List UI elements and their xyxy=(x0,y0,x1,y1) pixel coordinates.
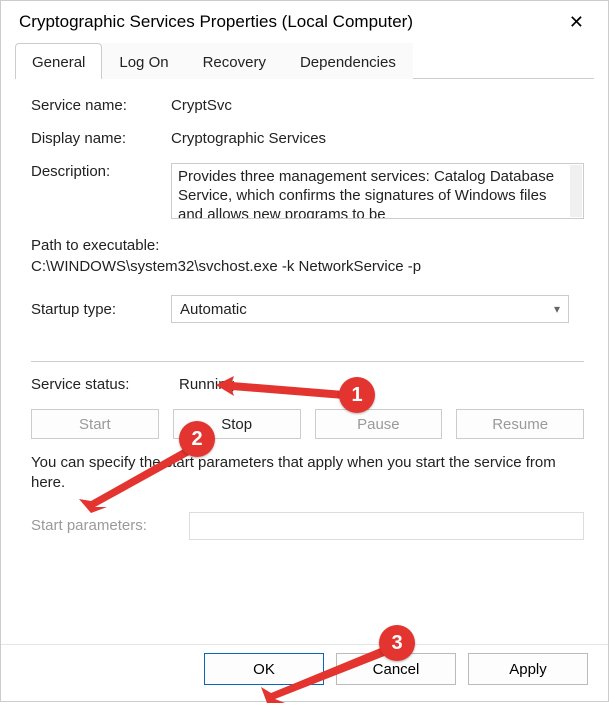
label-service-status: Service status: xyxy=(31,376,179,393)
startup-type-value: Automatic xyxy=(180,301,247,318)
value-path: C:\WINDOWS\system32\svchost.exe -k Netwo… xyxy=(31,256,584,277)
label-startup-type: Startup type: xyxy=(31,301,171,318)
tab-dependencies[interactable]: Dependencies xyxy=(283,43,413,79)
description-box[interactable]: Provides three management services: Cata… xyxy=(171,163,584,219)
label-service-name: Service name: xyxy=(31,97,171,114)
annotation-badge-2: 2 xyxy=(179,421,215,457)
apply-button[interactable]: Apply xyxy=(468,653,588,685)
pause-button: Pause xyxy=(315,409,443,439)
tab-strip: General Log On Recovery Dependencies xyxy=(1,43,608,79)
resume-button: Resume xyxy=(456,409,584,439)
tab-log-on[interactable]: Log On xyxy=(102,43,185,79)
value-display-name: Cryptographic Services xyxy=(171,130,584,147)
annotation-badge-3: 3 xyxy=(379,625,415,661)
tab-content: Service name: CryptSvc Display name: Cry… xyxy=(1,79,608,644)
label-display-name: Display name: xyxy=(31,130,171,147)
scrollbar[interactable] xyxy=(570,165,582,217)
description-text: Provides three management services: Cata… xyxy=(178,168,577,219)
tab-general[interactable]: General xyxy=(15,43,102,79)
start-button: Start xyxy=(31,409,159,439)
start-parameters-input xyxy=(189,512,584,540)
startup-type-select[interactable]: Automatic ▾ xyxy=(171,295,569,323)
label-path: Path to executable: xyxy=(31,235,584,256)
separator xyxy=(31,361,584,362)
title-bar[interactable]: Cryptographic Services Properties (Local… xyxy=(1,1,608,43)
dialog-window: Cryptographic Services Properties (Local… xyxy=(0,0,609,702)
label-start-parameters: Start parameters: xyxy=(31,517,175,534)
annotation-arrow-3 xyxy=(259,647,389,705)
chevron-down-icon: ▾ xyxy=(554,302,560,316)
annotation-arrow-1 xyxy=(216,371,346,411)
value-service-name: CryptSvc xyxy=(171,97,584,114)
close-icon[interactable]: ✕ xyxy=(559,9,594,35)
tab-recovery[interactable]: Recovery xyxy=(186,43,283,79)
label-description: Description: xyxy=(31,163,171,180)
window-title: Cryptographic Services Properties (Local… xyxy=(19,12,413,32)
annotation-arrow-2 xyxy=(79,445,199,515)
annotation-badge-1: 1 xyxy=(339,377,375,413)
